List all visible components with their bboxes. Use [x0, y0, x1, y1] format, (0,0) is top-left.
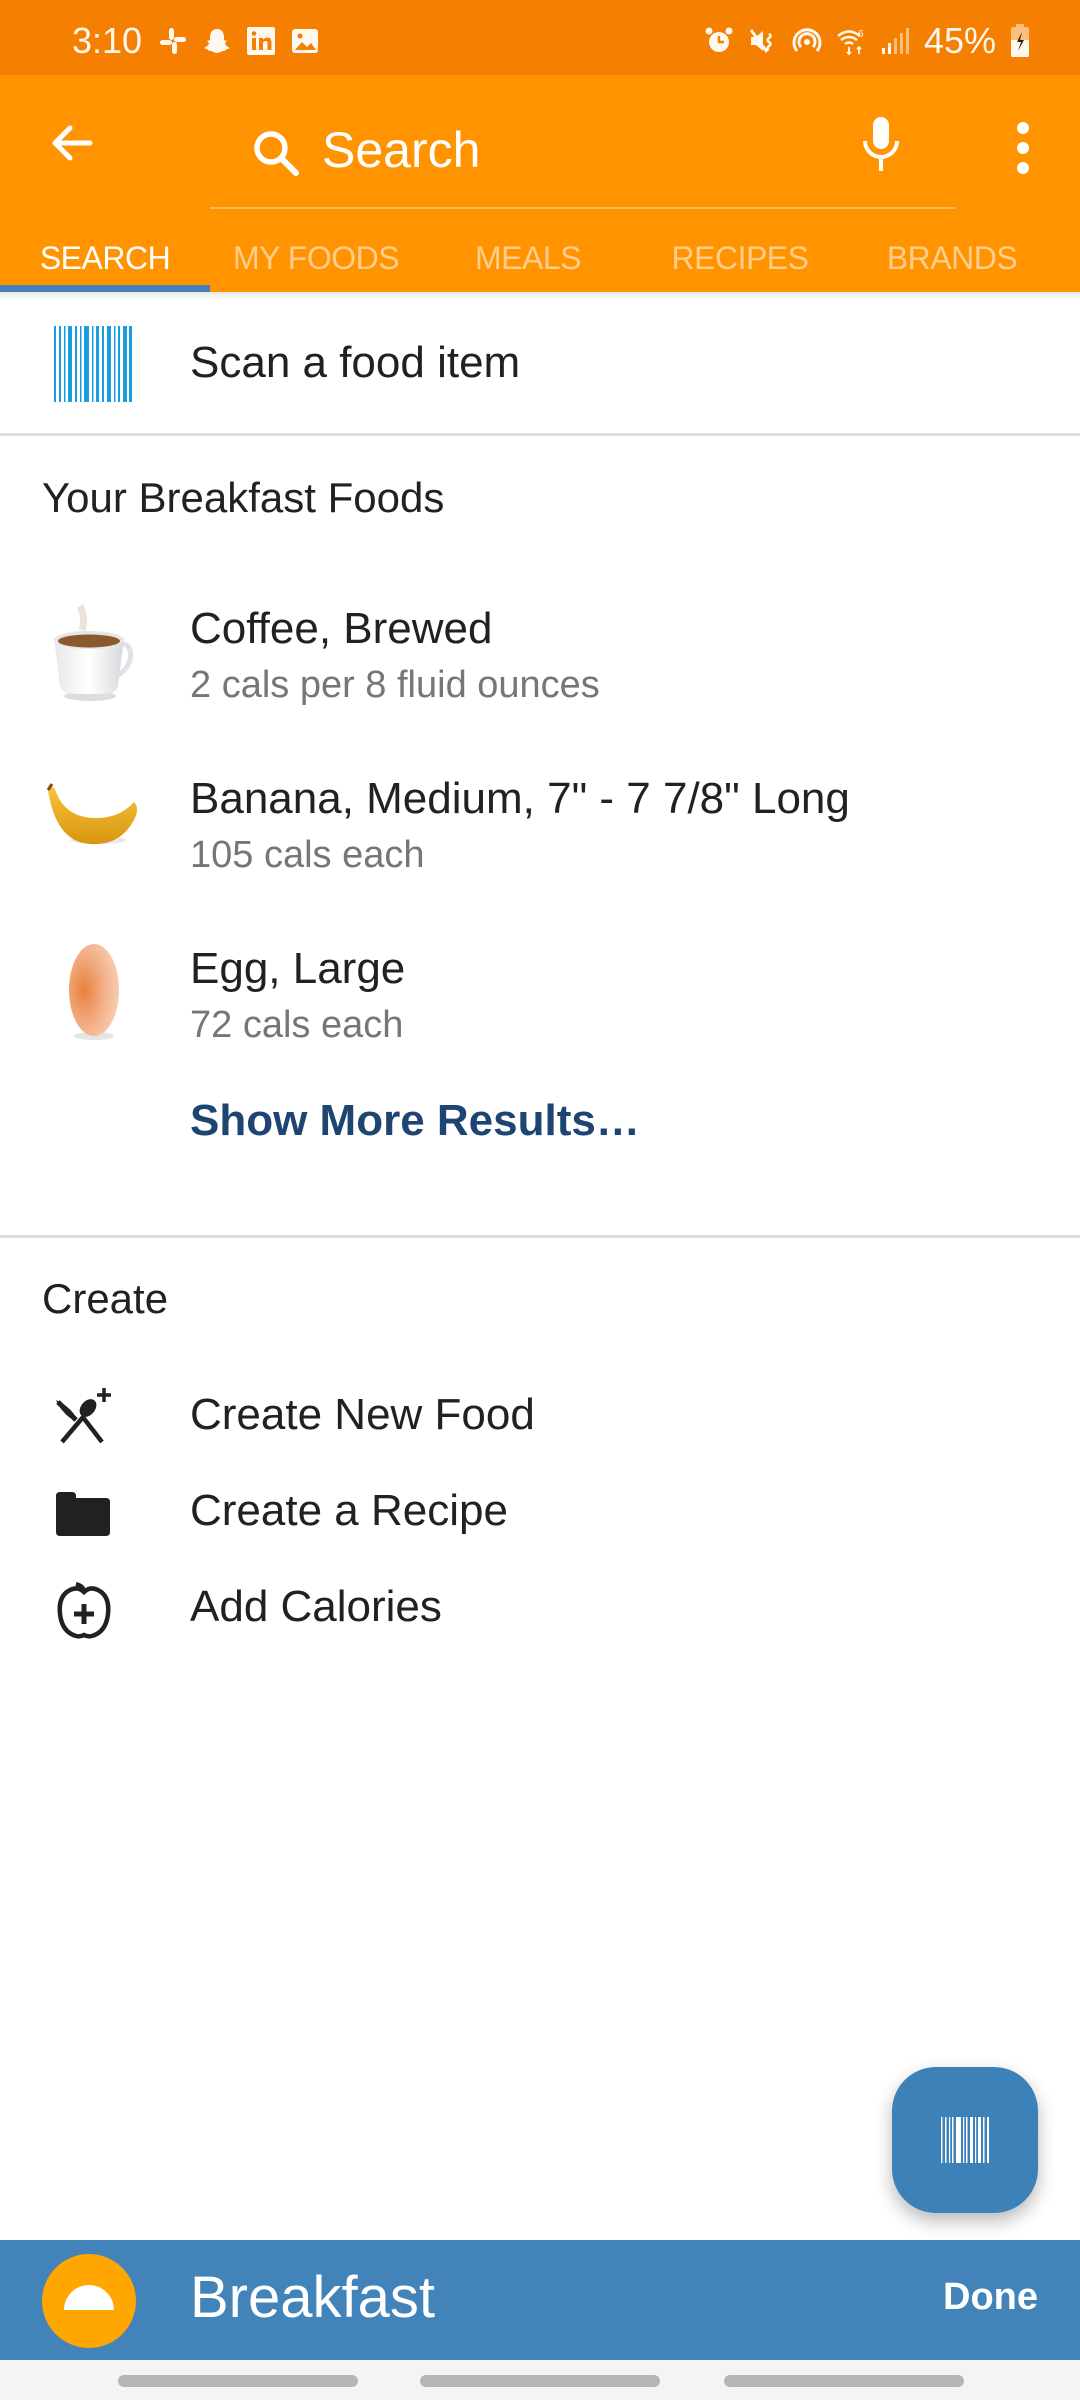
tab-meals[interactable]: MEALS — [422, 225, 634, 292]
food-calories: 72 cals each — [190, 1004, 404, 1046]
hotspot-icon — [792, 28, 822, 52]
status-bar: 3:10 6 45% — [0, 0, 1080, 75]
nav-home-button[interactable] — [420, 2375, 660, 2387]
scan-food-item-label: Scan a food item — [190, 338, 521, 387]
search-icon — [254, 131, 299, 176]
status-time: 3:10 — [72, 20, 143, 61]
active-tab-indicator — [0, 285, 210, 292]
create-recipe-item[interactable]: Create a Recipe — [0, 1468, 1080, 1558]
nav-recents-button[interactable] — [118, 2375, 358, 2387]
banana-icon — [46, 783, 137, 845]
tab-my-foods[interactable]: MY FOODS — [210, 225, 422, 292]
tab-brands[interactable]: BRANDS — [846, 225, 1058, 292]
alarm-icon — [705, 27, 733, 52]
done-button[interactable]: Done — [943, 2276, 1038, 2319]
egg-icon — [69, 944, 119, 1040]
divider — [0, 433, 1080, 436]
system-icons: 6 45% — [704, 20, 1030, 62]
utensils-plus-icon — [56, 1388, 111, 1444]
create-new-food-label: Create New Food — [190, 1390, 535, 1439]
food-name: Coffee, Brewed — [190, 604, 493, 653]
search-input[interactable] — [322, 121, 722, 179]
breakfast-meal-badge — [42, 2254, 136, 2348]
sunrise-icon — [64, 2285, 114, 2310]
food-calories: 105 cals each — [190, 834, 425, 876]
microphone-icon[interactable] — [856, 115, 906, 175]
wifi-icon: 6 — [837, 29, 864, 56]
barcode-icon — [54, 326, 132, 402]
food-list-item-coffee[interactable]: Coffee, Brewed 2 cals per 8 fluid ounces — [0, 598, 1080, 748]
coffee-icon — [54, 604, 134, 701]
food-calories: 2 cals per 8 fluid ounces — [190, 664, 600, 706]
search-field[interactable] — [210, 97, 955, 209]
tab-search[interactable]: SEARCH — [0, 225, 210, 292]
meal-bar: Breakfast Done — [0, 2240, 1080, 2360]
create-new-food-item[interactable]: Create New Food — [0, 1372, 1080, 1462]
create-section-title: Create — [42, 1275, 169, 1322]
gallery-icon — [292, 29, 318, 53]
food-list-item-egg[interactable]: Egg, Large 72 cals each — [0, 938, 1080, 1088]
apple-plus-icon — [57, 1582, 111, 1639]
barcode-icon — [941, 2117, 989, 2163]
tab-bar: SEARCH MY FOODS MEALS RECIPES BRANDS — [0, 225, 1080, 292]
nav-back-button[interactable] — [724, 2375, 964, 2387]
add-calories-label: Add Calories — [190, 1582, 442, 1631]
mute-icon — [749, 29, 772, 53]
food-name: Banana, Medium, 7" - 7 7/8" Long — [190, 774, 850, 823]
notification-icons — [158, 26, 320, 56]
slack-icon — [160, 28, 186, 54]
scan-food-item-row[interactable]: Scan a food item — [0, 296, 1080, 434]
food-name: Egg, Large — [190, 944, 406, 993]
app-bar: SEARCH MY FOODS MEALS RECIPES BRANDS — [0, 75, 1080, 292]
snapchat-icon — [204, 29, 230, 53]
back-arrow-icon[interactable] — [42, 113, 102, 173]
create-recipe-label: Create a Recipe — [190, 1486, 508, 1535]
folder-icon — [56, 1492, 110, 1536]
meal-title: Breakfast — [190, 2265, 435, 2330]
more-options-icon[interactable] — [1005, 120, 1041, 176]
food-list-item-banana[interactable]: Banana, Medium, 7" - 7 7/8" Long 105 cal… — [0, 768, 1080, 918]
scan-barcode-fab[interactable] — [892, 2067, 1038, 2213]
divider — [0, 1235, 1080, 1238]
show-more-results-link[interactable]: Show More Results… — [190, 1096, 640, 1146]
add-calories-item[interactable]: Add Calories — [0, 1564, 1080, 1654]
battery-charging-icon — [1011, 24, 1029, 57]
system-navigation-bar — [0, 2360, 1080, 2400]
linkedin-icon — [247, 27, 275, 55]
tab-recipes[interactable]: RECIPES — [634, 225, 846, 292]
signal-icon — [881, 28, 909, 54]
battery-percent: 45% — [923, 20, 996, 61]
breakfast-foods-title: Your Breakfast Foods — [42, 474, 445, 521]
svg-text:6: 6 — [858, 29, 864, 40]
